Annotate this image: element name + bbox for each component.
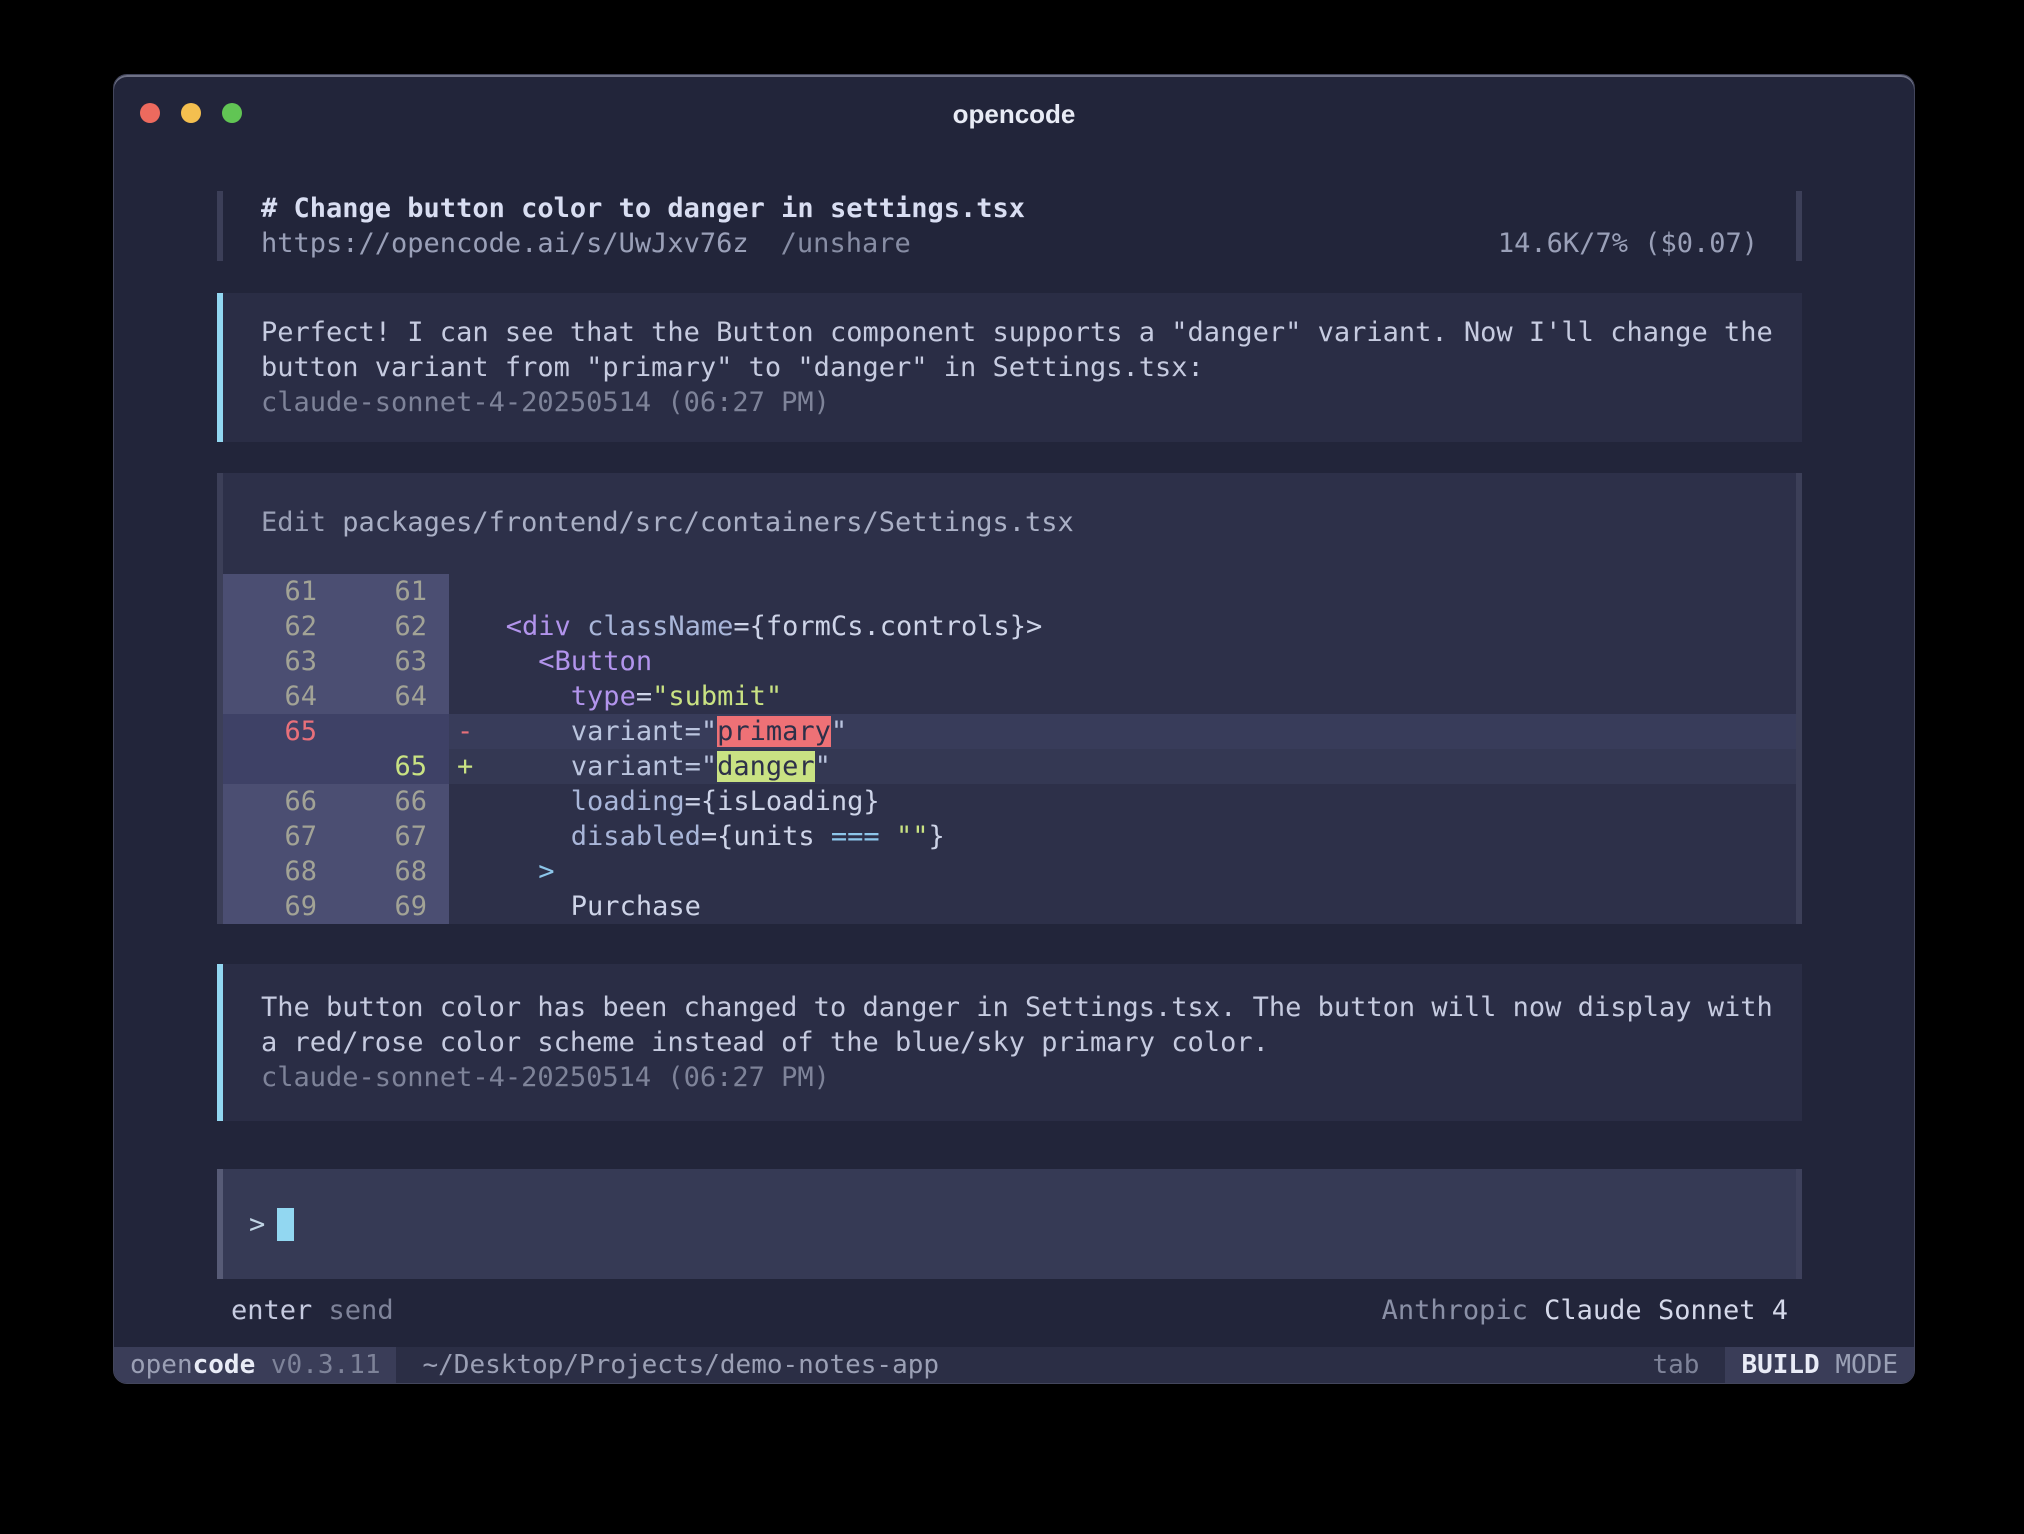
close-button[interactable] [140, 103, 160, 123]
model-label: Claude Sonnet 4 [1544, 1295, 1788, 1326]
text-cursor [277, 1208, 294, 1241]
app-version: v0.3.11 [271, 1350, 381, 1380]
diff-code-line: > [449, 854, 555, 889]
session-header: # Change button color to danger in setti… [217, 191, 1802, 261]
message-text: button variant from "primary" to "danger… [261, 350, 1764, 385]
tool-name: Edit [261, 507, 326, 538]
diff-row: 6161 [223, 574, 1796, 609]
window-title: opencode [114, 75, 1914, 130]
diff-gutter: 6666 [223, 784, 449, 819]
diff-code-line [449, 574, 457, 609]
diff-code-line: - variant="primary" [449, 714, 847, 749]
diff-row: 6363 <Button [223, 644, 1796, 679]
diff-row: 6969 Purchase [223, 889, 1796, 924]
message-model-timestamp: claude-sonnet-4-20250514 (06:27 PM) [261, 1060, 1764, 1095]
diff-code-line: + variant="danger" [449, 749, 831, 784]
message-text: The button color has been changed to dan… [261, 990, 1764, 1025]
edited-file-path: packages/frontend/src/containers/Setting… [342, 507, 1074, 538]
diff-row: 65- variant="primary" [223, 714, 1796, 749]
tab-key-hint[interactable]: tab [1652, 1347, 1699, 1383]
message-text: a red/rose color scheme instead of the b… [261, 1025, 1764, 1060]
session-title: # Change button color to danger in setti… [261, 191, 1758, 226]
opencode-window: opencode # Change button color to danger… [113, 74, 1915, 1384]
token-cost-stats: 14.6K/7% ($0.07) [1498, 226, 1758, 261]
send-action-label: send [329, 1295, 394, 1326]
enter-key-hint: enter [231, 1295, 312, 1326]
diff-gutter: 6767 [223, 819, 449, 854]
diff-code-line: Purchase [449, 889, 701, 924]
diff-gutter: 6868 [223, 854, 449, 889]
hint-bar: enter send Anthropic Claude Sonnet 4 [217, 1293, 1802, 1328]
diff-row: 65+ variant="danger" [223, 749, 1796, 784]
message-text: Perfect! I can see that the Button compo… [261, 315, 1764, 350]
diff-code-line: <Button [449, 644, 652, 679]
prompt-input[interactable]: > [217, 1169, 1802, 1279]
app-name-open: open [130, 1350, 193, 1380]
unshare-command: /unshare [781, 228, 911, 259]
diff-gutter: 65 [223, 714, 449, 749]
app-version-chip: opencode v0.3.11 [114, 1347, 396, 1383]
edit-tool-block: Edit packages/frontend/src/containers/Se… [217, 473, 1802, 924]
diff-row: 6262 <div className={formCs.controls}> [223, 609, 1796, 644]
edit-tool-header: Edit packages/frontend/src/containers/Se… [223, 505, 1796, 540]
diff-gutter: 6161 [223, 574, 449, 609]
diff-gutter: 6262 [223, 609, 449, 644]
app-name-code: code [193, 1350, 256, 1380]
prompt-symbol: > [249, 1207, 265, 1242]
zoom-button[interactable] [222, 103, 242, 123]
diff-row: 6464 type="submit" [223, 679, 1796, 714]
mode-name: BUILD [1741, 1350, 1819, 1380]
session-content: # Change button color to danger in setti… [217, 191, 1802, 1328]
provider-label: Anthropic [1382, 1295, 1528, 1326]
share-url[interactable]: https://opencode.ai/s/UwJxv76z [261, 228, 749, 259]
minimize-button[interactable] [181, 103, 201, 123]
titlebar: opencode [114, 75, 1914, 151]
status-bar: opencode v0.3.11 ~/Desktop/Projects/demo… [114, 1347, 1914, 1383]
diff-code-line: type="submit" [449, 679, 782, 714]
assistant-message: The button color has been changed to dan… [217, 964, 1802, 1121]
diff-row: 6767 disabled={units === ""} [223, 819, 1796, 854]
diff-table: 61616262 <div className={formCs.controls… [223, 574, 1796, 924]
diff-row: 6868 > [223, 854, 1796, 889]
traffic-lights [140, 103, 242, 123]
mode-suffix: MODE [1820, 1350, 1898, 1380]
diff-gutter: 6363 [223, 644, 449, 679]
diff-code-line: <div className={formCs.controls}> [449, 609, 1042, 644]
diff-gutter: 6464 [223, 679, 449, 714]
message-model-timestamp: claude-sonnet-4-20250514 (06:27 PM) [261, 385, 1764, 420]
diff-code-line: disabled={units === ""} [449, 819, 945, 854]
diff-gutter: 6969 [223, 889, 449, 924]
working-directory: ~/Desktop/Projects/demo-notes-app [422, 1347, 939, 1383]
mode-chip: BUILD MODE [1725, 1347, 1914, 1383]
diff-gutter: 65 [223, 749, 449, 784]
diff-row: 6666 loading={isLoading} [223, 784, 1796, 819]
diff-code-line: loading={isLoading} [449, 784, 880, 819]
assistant-message: Perfect! I can see that the Button compo… [217, 293, 1802, 442]
